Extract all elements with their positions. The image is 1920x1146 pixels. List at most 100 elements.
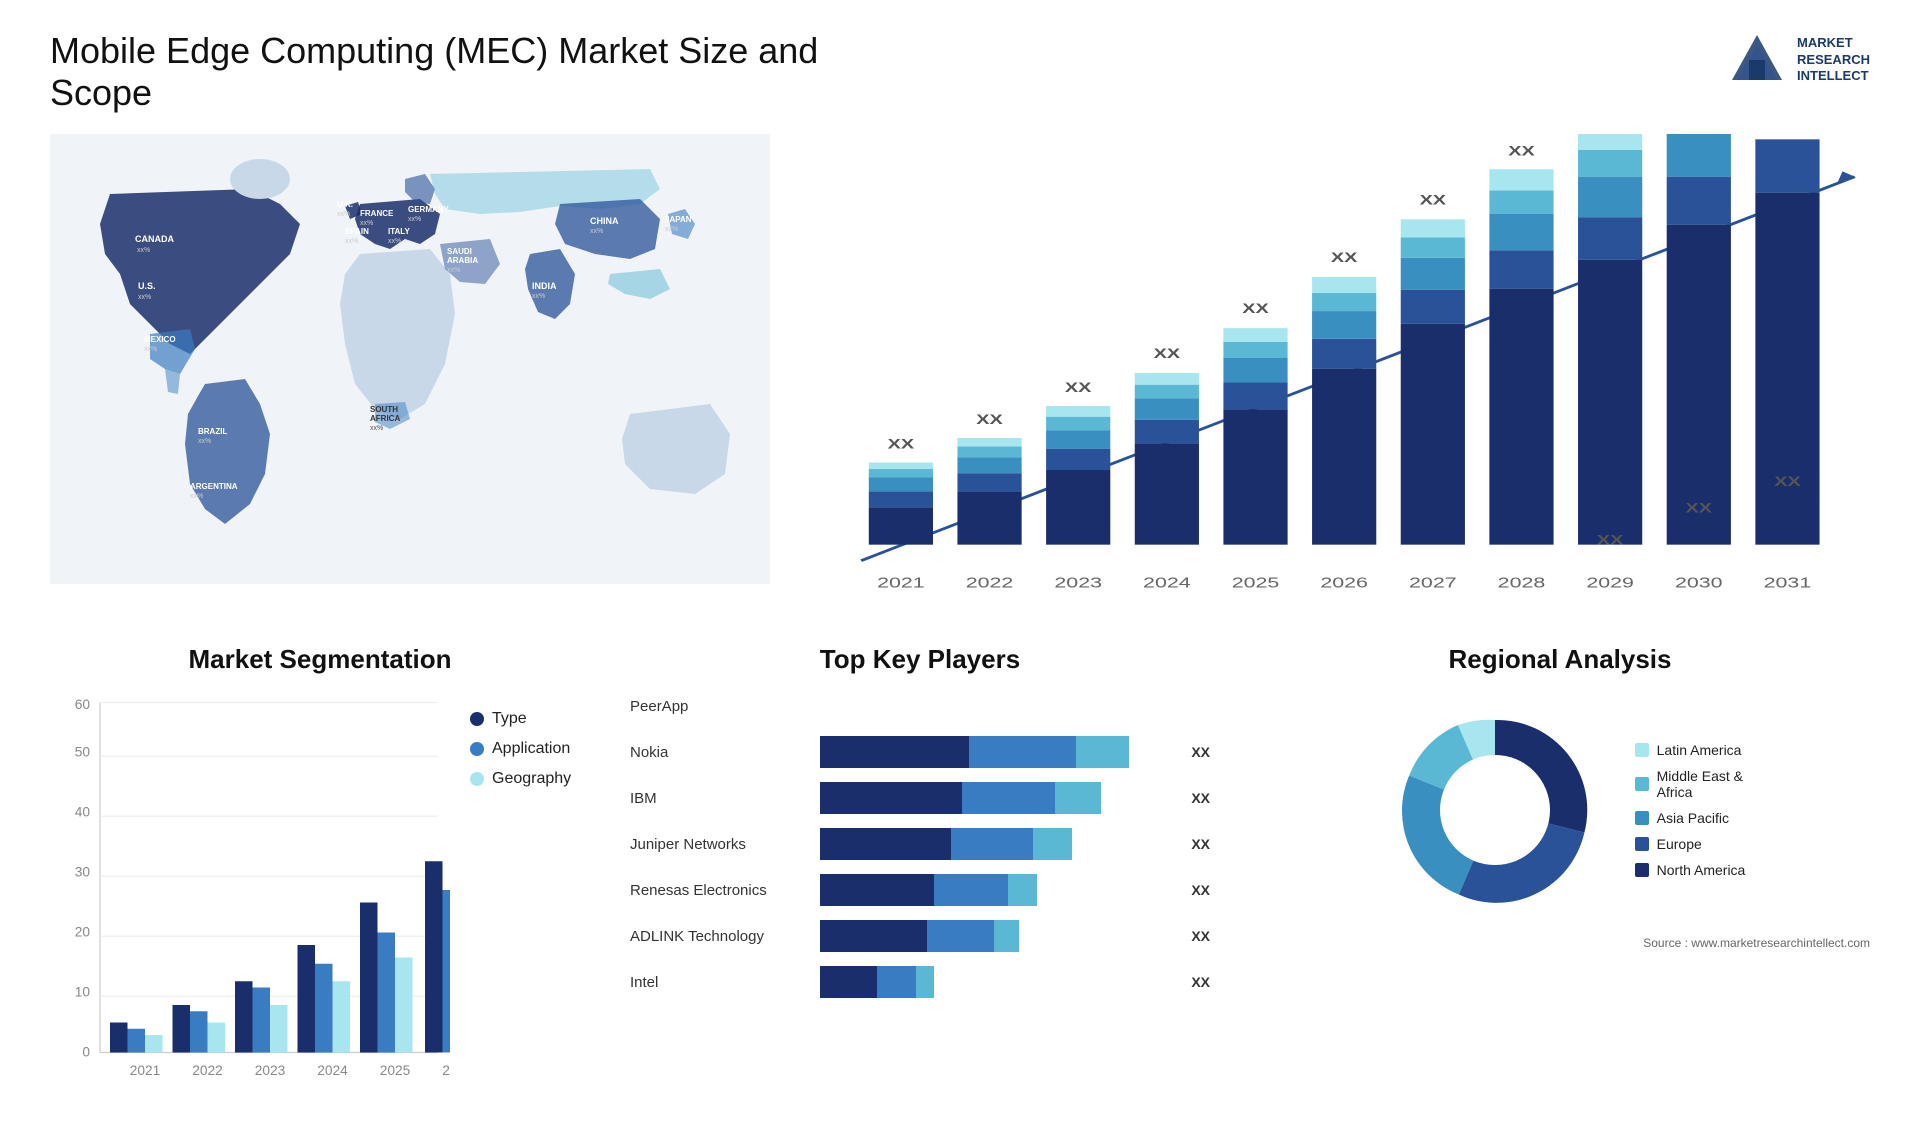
svg-text:SAUDI: SAUDI	[447, 247, 472, 256]
bar-segment-ibm-1	[820, 782, 962, 814]
source-text: Source : www.marketresearchintellect.com	[1250, 936, 1870, 950]
svg-text:2024: 2024	[1143, 574, 1191, 591]
player-xx-ibm: XX	[1191, 790, 1210, 806]
player-row-nokia: Nokia XX	[630, 736, 1210, 768]
svg-text:50: 50	[75, 744, 91, 759]
legend-type-dot	[470, 712, 484, 726]
player-bar-nokia	[820, 736, 1175, 768]
svg-text:XX: XX	[1508, 142, 1535, 158]
svg-text:2029: 2029	[1586, 574, 1634, 591]
svg-text:xx%: xx%	[590, 228, 603, 235]
svg-text:U.S.: U.S.	[138, 281, 156, 291]
regional-section: Regional Analysis	[1250, 644, 1870, 1064]
svg-text:ARABIA: ARABIA	[447, 256, 478, 265]
logo: MARKET RESEARCH INTELLECT	[1727, 30, 1870, 90]
player-row-intel: Intel XX	[630, 966, 1210, 998]
regional-container: Latin America Middle East &Africa Asia P…	[1250, 690, 1870, 950]
reg-label-latin: Latin America	[1657, 742, 1742, 758]
svg-text:SOUTH: SOUTH	[370, 405, 398, 414]
svg-text:2023: 2023	[1054, 574, 1102, 591]
svg-text:xx%: xx%	[137, 247, 150, 254]
reg-dot-latin	[1635, 743, 1649, 757]
bar-segment-ibm-3	[1055, 782, 1101, 814]
reg-label-asia: Asia Pacific	[1657, 810, 1729, 826]
player-bar-renesas	[820, 874, 1175, 906]
svg-text:xx%: xx%	[198, 438, 211, 445]
svg-text:2030: 2030	[1675, 574, 1723, 591]
svg-text:XX: XX	[888, 436, 915, 452]
svg-text:2022: 2022	[192, 1063, 223, 1078]
map-section: CANADA xx% U.S. xx% MEXICO xx% BRAZIL xx…	[50, 134, 770, 614]
player-row-renesas: Renesas Electronics XX	[630, 874, 1210, 906]
svg-text:40: 40	[75, 804, 91, 819]
bar-segment-renesas-1	[820, 874, 934, 906]
player-bar-adlink	[820, 920, 1175, 952]
svg-text:XX: XX	[1686, 500, 1713, 516]
svg-text:2023: 2023	[255, 1063, 286, 1078]
svg-text:CHINA: CHINA	[590, 216, 619, 226]
regional-legend: Latin America Middle East &Africa Asia P…	[1635, 742, 1746, 878]
reg-legend-north-america: North America	[1635, 862, 1746, 878]
reg-legend-latin: Latin America	[1635, 742, 1746, 758]
world-map-container: CANADA xx% U.S. xx% MEXICO xx% BRAZIL xx…	[50, 134, 770, 584]
svg-text:2024: 2024	[317, 1063, 348, 1078]
svg-text:2025: 2025	[380, 1063, 411, 1078]
regional-chart-row: Latin America Middle East &Africa Asia P…	[1375, 690, 1746, 930]
bar-segment-intel-3	[916, 966, 934, 998]
svg-text:10: 10	[75, 984, 91, 999]
svg-text:30: 30	[75, 864, 91, 879]
legend-geography-dot	[470, 772, 484, 786]
segmentation-chart-svg: 0 10 20 30 40 50 60 2021	[50, 690, 450, 1115]
growth-bar-chart: XX XX XX XX	[800, 134, 1870, 614]
svg-text:MEXICO: MEXICO	[144, 335, 176, 344]
bar-segment-adlink-1	[820, 920, 927, 952]
svg-text:2027: 2027	[1409, 574, 1457, 591]
bar-segment-renesas-3	[1008, 874, 1036, 906]
bar-segment-ibm-2	[962, 782, 1054, 814]
svg-text:CANADA: CANADA	[135, 234, 174, 244]
bar-segment-intel-2	[877, 966, 916, 998]
svg-text:xx%: xx%	[370, 425, 383, 432]
regional-pie-chart	[1375, 690, 1615, 930]
reg-dot-mea	[1635, 777, 1649, 791]
player-bar-juniper	[820, 828, 1175, 860]
bar-segment-juniper-3	[1033, 828, 1072, 860]
reg-label-europe: Europe	[1657, 836, 1702, 852]
svg-text:xx%: xx%	[408, 216, 421, 223]
player-xx-juniper: XX	[1191, 836, 1210, 852]
reg-legend-mea: Middle East &Africa	[1635, 768, 1746, 800]
bar-segment-juniper-2	[951, 828, 1033, 860]
legend-application: Application	[470, 740, 590, 758]
bar-segment-nokia-2	[969, 736, 1076, 768]
bar-chart-section: XX XX XX XX	[800, 134, 1870, 614]
svg-text:xx%: xx%	[532, 293, 545, 300]
segmentation-section: Market Segmentation 0 10 20 30 40 50 60	[50, 644, 590, 1064]
player-name-adlink: ADLINK Technology	[630, 928, 810, 945]
svg-text:2026: 2026	[442, 1063, 450, 1078]
svg-text:XX: XX	[1597, 532, 1624, 548]
legend-application-dot	[470, 742, 484, 756]
legend-type-label: Type	[492, 710, 527, 728]
svg-text:SPAIN: SPAIN	[345, 227, 369, 236]
player-bar-peerapp	[820, 690, 1194, 722]
logo-icon	[1727, 30, 1787, 90]
svg-text:BRAZIL: BRAZIL	[198, 427, 227, 436]
svg-text:20: 20	[75, 924, 91, 939]
svg-text:ARGENTINA: ARGENTINA	[190, 482, 238, 491]
bottom-section: Market Segmentation 0 10 20 30 40 50 60	[50, 644, 1870, 1064]
svg-text:2031: 2031	[1764, 574, 1812, 591]
svg-text:2021: 2021	[877, 574, 925, 591]
player-xx-intel: XX	[1191, 974, 1210, 990]
reg-legend-asia: Asia Pacific	[1635, 810, 1746, 826]
donut-hole	[1440, 755, 1550, 865]
svg-text:xx%: xx%	[144, 346, 157, 353]
player-name-juniper: Juniper Networks	[630, 836, 810, 853]
reg-label-mea: Middle East &Africa	[1657, 768, 1743, 800]
reg-label-north-america: North America	[1657, 862, 1746, 878]
segmentation-legend: Type Application Geography	[470, 690, 590, 788]
player-bar-intel	[820, 966, 1175, 998]
regional-title: Regional Analysis	[1250, 644, 1870, 675]
bar-segment-adlink-2	[927, 920, 995, 952]
svg-text:XX: XX	[1242, 300, 1269, 316]
svg-text:xx%: xx%	[665, 226, 678, 233]
